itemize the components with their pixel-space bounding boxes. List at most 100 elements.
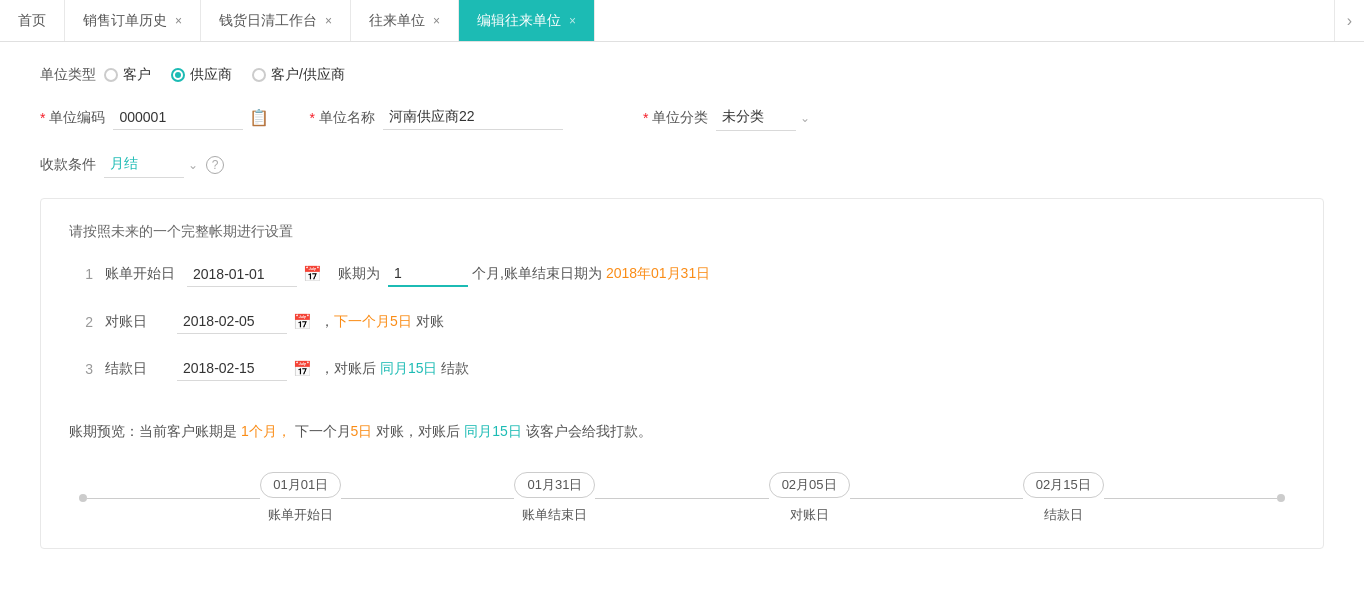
step-2-cal-icon[interactable]: 📅: [293, 313, 312, 331]
step-1-suffix-mid: 个月,账单结束日期为: [472, 265, 602, 283]
node-3-label: 对账日: [790, 506, 829, 524]
radio-customer-label: 客户: [123, 66, 151, 84]
radio-both-circle: [252, 68, 266, 82]
node-2-label: 账单结束日: [522, 506, 587, 524]
step-1-row: 1 账单开始日 📅 账期为 个月,账单结束日期为 2018年01月31日: [69, 261, 1295, 287]
payment-terms-value: 月结: [104, 151, 184, 178]
node-2-bubble: 01月31日: [514, 472, 595, 498]
timeline-node-2: 01月31日 账单结束日: [514, 472, 595, 524]
tab-sales-history[interactable]: 销售订单历史 ×: [65, 0, 201, 41]
unit-code-icon[interactable]: 📋: [249, 108, 269, 127]
step-1-date-input[interactable]: [187, 262, 297, 287]
unit-category-label: 单位分类: [652, 109, 708, 127]
tab-sales-history-label: 销售订单历史: [83, 12, 167, 30]
tabs-bar: 首页 销售订单历史 × 钱货日清工作台 × 往来单位 × 编辑往来单位 × ›: [0, 0, 1364, 42]
unit-category-star: *: [643, 110, 648, 126]
preview-highlight2: 5日: [351, 423, 373, 439]
unit-name-label: 单位名称: [319, 109, 375, 127]
unit-code-group: * 单位编码 📋: [40, 105, 269, 130]
radio-customer-circle: [104, 68, 118, 82]
timeline-seg-0: [87, 498, 260, 499]
tab-sales-history-close[interactable]: ×: [175, 14, 182, 28]
unit-type-row: 单位类型 客户 供应商 客户/供应商: [40, 66, 1324, 84]
payment-terms-help[interactable]: ?: [206, 156, 224, 174]
tab-home[interactable]: 首页: [0, 0, 65, 41]
timeline-node-3: 02月05日 对账日: [769, 472, 850, 524]
preview-suffix: 该客户会给我打款。: [526, 423, 652, 439]
unit-name-star: *: [309, 110, 314, 126]
preview-mid1: 下一个月: [295, 423, 351, 439]
period-settings-box: 请按照未来的一个完整帐期进行设置 1 账单开始日 📅 账期为 个月,账单结束日期…: [40, 198, 1324, 549]
step-2-row: 2 对账日 📅 ，下一个月5日 对账: [69, 309, 1295, 334]
node-1-bubble: 01月01日: [260, 472, 341, 498]
unit-code-star: *: [40, 110, 45, 126]
unit-type-label: 单位类型: [40, 66, 96, 84]
preview-mid2: 对账，对账后: [376, 423, 464, 439]
unit-fields-row: * 单位编码 📋 * 单位名称 * 单位分类 未分类 ⌄: [40, 104, 1324, 131]
radio-supplier-circle: [171, 68, 185, 82]
step-3-num: 3: [69, 361, 93, 377]
step-3-date-input[interactable]: [177, 356, 287, 381]
radio-both-label: 客户/供应商: [271, 66, 345, 84]
step-1-suffix-before: 账期为: [338, 265, 380, 283]
radio-both[interactable]: 客户/供应商: [252, 66, 345, 84]
tab-overflow-arrow[interactable]: ›: [1334, 0, 1364, 41]
tab-cash-work-label: 钱货日清工作台: [219, 12, 317, 30]
node-1-label: 账单开始日: [268, 506, 333, 524]
tab-edit-partner-close[interactable]: ×: [569, 14, 576, 28]
node-4-bubble: 02月15日: [1023, 472, 1104, 498]
radio-supplier[interactable]: 供应商: [171, 66, 232, 84]
unit-code-label: 单位编码: [49, 109, 105, 127]
tab-partners-label: 往来单位: [369, 12, 425, 30]
preview-highlight3: 同月15日: [464, 423, 522, 439]
preview-section: 账期预览：当前客户账期是 1个月， 下一个月5日 对账，对账后 同月15日 该客…: [69, 403, 1295, 524]
tab-cash-work[interactable]: 钱货日清工作台 ×: [201, 0, 351, 41]
timeline-start-dot: [79, 494, 87, 502]
step-1-num: 1: [69, 266, 93, 282]
step-1-cal-icon[interactable]: 📅: [303, 265, 322, 283]
main-content: 单位类型 客户 供应商 客户/供应商 * 单位编码 📋 * 单位名称: [0, 42, 1364, 608]
node-4-label: 结款日: [1044, 506, 1083, 524]
timeline-seg-1: [341, 498, 514, 499]
timeline-seg-3: [850, 498, 1023, 499]
unit-name-group: * 单位名称: [309, 105, 562, 130]
step-1-end-date: 2018年01月31日: [606, 265, 710, 283]
step-3-row: 3 结款日 📅 ，对账后 同月15日 结款: [69, 356, 1295, 381]
timeline-node-1: 01月01日 账单开始日: [260, 472, 341, 524]
step-2-suffix: ，下一个月5日 对账: [320, 313, 444, 331]
tab-partners[interactable]: 往来单位 ×: [351, 0, 459, 41]
timeline-seg-4: [1104, 498, 1277, 499]
tab-partners-close[interactable]: ×: [433, 14, 440, 28]
radio-customer[interactable]: 客户: [104, 66, 151, 84]
preview-text: 账期预览：当前客户账期是 1个月， 下一个月5日 对账，对账后 同月15日 该客…: [69, 419, 1295, 444]
section-description: 请按照未来的一个完整帐期进行设置: [69, 223, 1295, 241]
tab-edit-partner[interactable]: 编辑往来单位 ×: [459, 0, 595, 41]
step-3-suffix: ，对账后 同月15日 结款: [320, 360, 469, 378]
unit-code-input[interactable]: [113, 105, 243, 130]
tab-cash-work-close[interactable]: ×: [325, 14, 332, 28]
unit-category-group: * 单位分类 未分类 ⌄: [643, 104, 810, 131]
preview-highlight1: 1个月，: [241, 423, 291, 439]
step-1-period-input[interactable]: [388, 261, 468, 287]
tab-home-label: 首页: [18, 12, 46, 30]
step-3-label: 结款日: [105, 360, 165, 378]
payment-terms-dropdown[interactable]: 月结 ⌄: [104, 151, 198, 178]
step-3-cal-icon[interactable]: 📅: [293, 360, 312, 378]
step-2-num: 2: [69, 314, 93, 330]
payment-terms-arrow[interactable]: ⌄: [188, 158, 198, 172]
unit-type-radio-group: 客户 供应商 客户/供应商: [104, 66, 345, 84]
radio-supplier-label: 供应商: [190, 66, 232, 84]
unit-name-input[interactable]: [383, 105, 563, 130]
unit-category-dropdown[interactable]: 未分类 ⌄: [716, 104, 810, 131]
unit-category-arrow[interactable]: ⌄: [800, 111, 810, 125]
timeline-seg-2: [595, 498, 768, 499]
timeline-end-dot: [1277, 494, 1285, 502]
tab-edit-partner-label: 编辑往来单位: [477, 12, 561, 30]
step-2-date-input[interactable]: [177, 309, 287, 334]
payment-terms-row: 收款条件 月结 ⌄ ?: [40, 151, 1324, 178]
timeline-container: 01月01日 账单开始日 01月31日 账单结束日 02月05日 对账日: [69, 472, 1295, 524]
preview-prefix: 账期预览：当前客户账期是: [69, 423, 237, 439]
step-1-label: 账单开始日: [105, 265, 175, 283]
node-3-bubble: 02月05日: [769, 472, 850, 498]
step-2-label: 对账日: [105, 313, 165, 331]
